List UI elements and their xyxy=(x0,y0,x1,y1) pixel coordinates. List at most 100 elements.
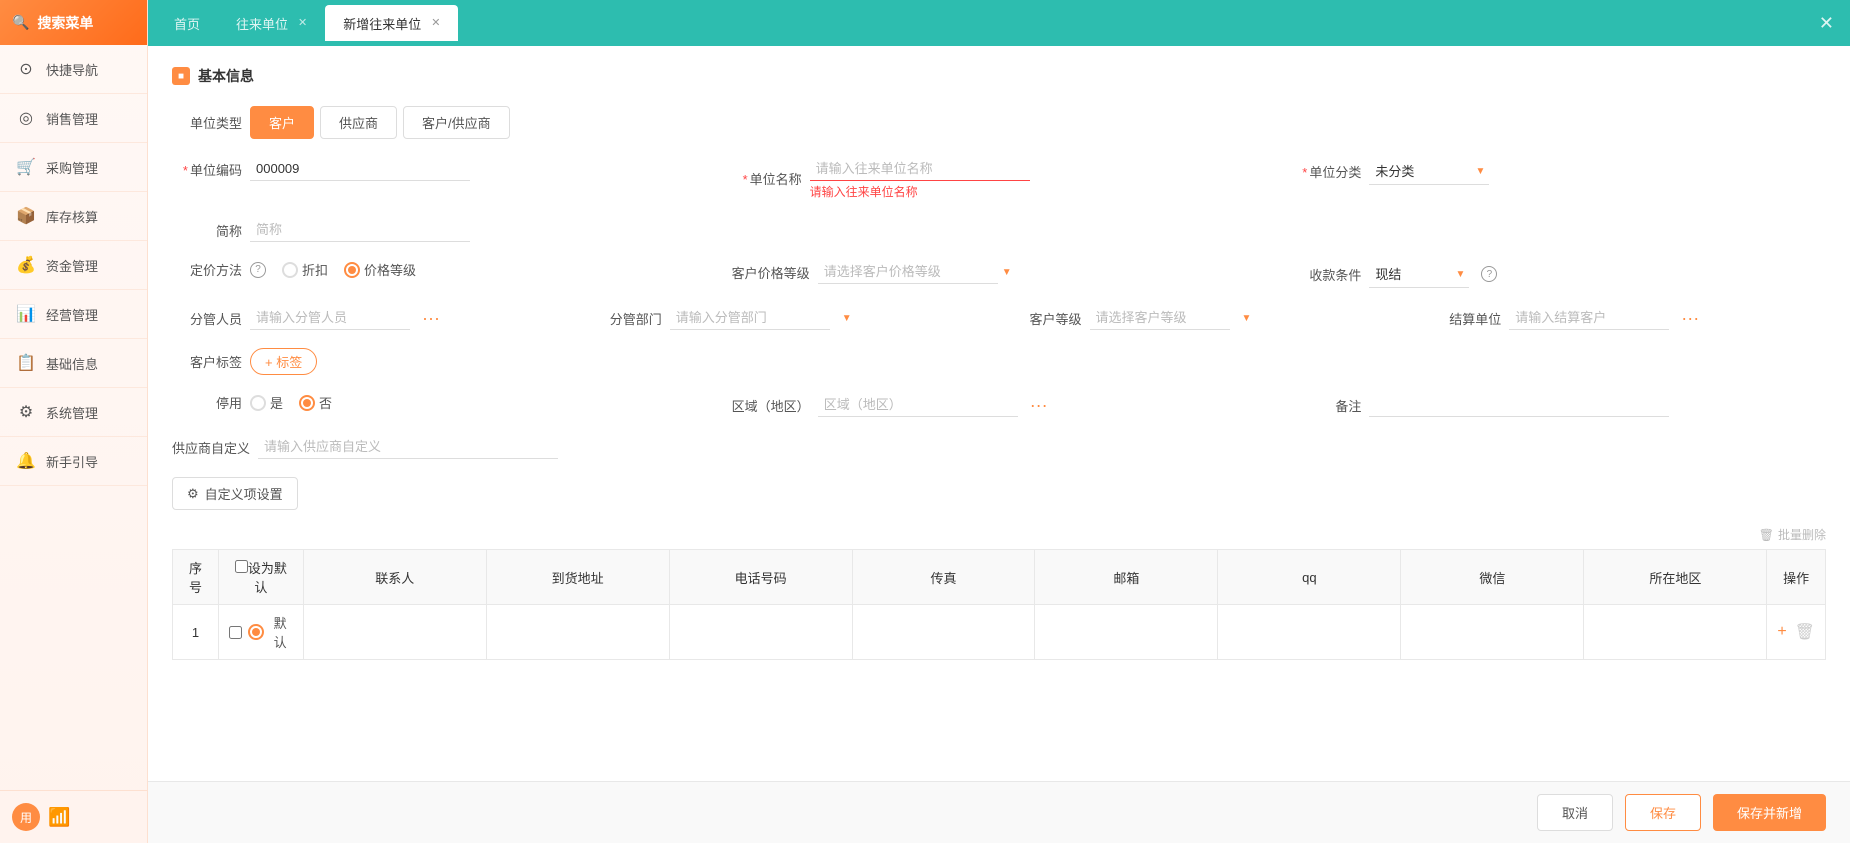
address-input[interactable] xyxy=(497,625,659,640)
sidebar: 🔍 搜索菜单 ⊙ 快捷导航 ◎ 销售管理 🛒 采购管理 📦 库存核算 💰 资金管… xyxy=(0,0,148,843)
remark-group: 备注 xyxy=(1291,393,1826,417)
payment-terms-help[interactable]: ? xyxy=(1481,266,1497,282)
tab-bar-close-btn[interactable]: ✕ xyxy=(1811,13,1842,34)
cancel-button[interactable]: 取消 xyxy=(1537,794,1613,831)
sidebar-item-guide[interactable]: 🔔 新手引导 xyxy=(0,437,147,486)
contacts-table: 序号 设为默认 联系人 到货地址 电话号码 传真 邮箱 qq 微信 所在地区 操… xyxy=(172,549,1826,660)
sidebar-item-inventory[interactable]: 📦 库存核算 xyxy=(0,192,147,241)
phone-input[interactable] xyxy=(680,625,842,640)
sidebar-label-system: 系统管理 xyxy=(46,403,98,422)
settlement-unit-more-btn[interactable]: ··· xyxy=(1677,308,1703,329)
select-all-checkbox[interactable] xyxy=(235,560,248,573)
settlement-unit-input[interactable] xyxy=(1509,306,1669,330)
unit-category-group: *单位分类 未分类 ▼ xyxy=(1291,157,1826,185)
sidebar-search[interactable]: 🔍 搜索菜单 xyxy=(0,0,147,45)
payment-terms-value: 现结 xyxy=(1369,260,1469,288)
row-checkbox[interactable] xyxy=(229,626,242,639)
pricing-discount-radio[interactable]: 折扣 xyxy=(282,260,328,279)
cell-region[interactable] xyxy=(1584,605,1767,660)
region-cell-input[interactable] xyxy=(1594,625,1756,640)
qq-input[interactable] xyxy=(1228,625,1390,640)
tab-new-partner[interactable]: 新增往来单位 ✕ xyxy=(325,5,458,41)
sidebar-item-purchase[interactable]: 🛒 采购管理 xyxy=(0,143,147,192)
region-more-btn[interactable]: ··· xyxy=(1026,395,1052,416)
unit-name-input[interactable] xyxy=(810,157,1030,181)
unit-name-error: 请输入往来单位名称 xyxy=(810,183,1030,200)
manager-input[interactable] xyxy=(250,306,410,330)
batch-delete-icon: 🗑 xyxy=(1759,528,1774,542)
unit-category-value: 未分类 xyxy=(1369,157,1489,185)
tab-new-partner-close[interactable]: ✕ xyxy=(431,18,440,29)
email-input[interactable] xyxy=(1045,625,1207,640)
tags-row: 客户标签 + 标签 xyxy=(172,348,1826,375)
row-default-radio[interactable]: 默认 xyxy=(248,613,293,651)
contact-input[interactable] xyxy=(314,625,476,640)
tab-home[interactable]: 首页 xyxy=(156,5,218,41)
payment-terms-label: 收款条件 xyxy=(1291,265,1361,284)
type-btn-supplier[interactable]: 供应商 xyxy=(320,106,397,139)
wechat-input[interactable] xyxy=(1411,625,1573,640)
cell-contact[interactable] xyxy=(303,605,486,660)
cell-email[interactable] xyxy=(1035,605,1218,660)
short-name-row: 简称 xyxy=(172,218,1826,242)
cell-fax[interactable] xyxy=(852,605,1035,660)
finance-icon: 💰 xyxy=(16,255,36,275)
tab-partners[interactable]: 往来单位 ✕ xyxy=(218,5,325,41)
sidebar-item-finance[interactable]: 💰 资金管理 xyxy=(0,241,147,290)
cell-address[interactable] xyxy=(486,605,669,660)
type-btn-both[interactable]: 客户/供应商 xyxy=(403,106,510,139)
tab-partners-label: 往来单位 xyxy=(236,14,288,33)
customer-price-level-input[interactable] xyxy=(818,260,998,284)
department-input[interactable] xyxy=(670,306,830,330)
sidebar-label-sales: 销售管理 xyxy=(46,109,98,128)
sidebar-label-guide: 新手引导 xyxy=(46,452,98,471)
search-icon: 🔍 xyxy=(12,14,29,31)
manager-more-btn[interactable]: ··· xyxy=(418,308,444,329)
fax-input[interactable] xyxy=(863,625,1025,640)
disabled-label: 停用 xyxy=(172,393,242,412)
sidebar-item-system[interactable]: ⚙ 系统管理 xyxy=(0,388,147,437)
pricing-level-radio[interactable]: 价格等级 xyxy=(344,260,416,279)
tab-partners-close[interactable]: ✕ xyxy=(298,18,307,29)
section-title: 基本信息 xyxy=(198,66,254,86)
section-icon: ■ xyxy=(172,67,190,85)
region-input[interactable] xyxy=(818,393,1018,417)
payment-terms-select-wrapper: 现结 ▼ xyxy=(1369,260,1469,288)
customer-price-level-select-wrapper: ▼ xyxy=(818,260,1012,284)
cell-phone[interactable] xyxy=(669,605,852,660)
col-address: 到货地址 xyxy=(486,550,669,605)
supplier-custom-input[interactable] xyxy=(258,435,558,459)
custom-settings-button[interactable]: ⚙ 自定义项设置 xyxy=(172,477,298,510)
sidebar-item-basic-info[interactable]: 📋 基础信息 xyxy=(0,339,147,388)
short-name-input[interactable] xyxy=(250,218,470,242)
supplier-custom-label: 供应商自定义 xyxy=(172,438,250,457)
save-button[interactable]: 保存 xyxy=(1625,794,1701,831)
add-tag-button[interactable]: + 标签 xyxy=(250,348,317,375)
unit-category-select-wrapper: 未分类 ▼ xyxy=(1369,157,1489,185)
sidebar-item-quick-nav[interactable]: ⊙ 快捷导航 xyxy=(0,45,147,94)
type-btn-customer[interactable]: 客户 xyxy=(250,106,314,139)
save-new-button[interactable]: 保存并新增 xyxy=(1713,794,1826,831)
unit-code-label: *单位编码 xyxy=(172,160,242,179)
user-avatar[interactable]: 用 xyxy=(12,803,40,831)
sidebar-label-finance: 资金管理 xyxy=(46,256,98,275)
sidebar-item-sales[interactable]: ◎ 销售管理 xyxy=(0,94,147,143)
row-delete-btn[interactable]: 🗑 xyxy=(1795,622,1815,642)
customer-price-level-arrow: ▼ xyxy=(1002,267,1012,278)
sidebar-item-operations[interactable]: 📊 经营管理 xyxy=(0,290,147,339)
row-add-btn[interactable]: + xyxy=(1777,623,1786,641)
pricing-help-icon[interactable]: ? xyxy=(250,262,266,278)
sidebar-label-operations: 经营管理 xyxy=(46,305,98,324)
cell-qq[interactable] xyxy=(1218,605,1401,660)
disabled-no-radio[interactable]: 否 xyxy=(299,393,332,412)
table-body: 1 默认 xyxy=(173,605,1826,660)
sidebar-search-label: 搜索菜单 xyxy=(37,13,93,33)
customer-level-input[interactable] xyxy=(1090,306,1230,330)
cell-index: 1 xyxy=(173,605,219,660)
short-name-label: 简称 xyxy=(172,221,242,240)
remark-input[interactable] xyxy=(1369,393,1669,417)
cell-wechat[interactable] xyxy=(1401,605,1584,660)
unit-code-input[interactable] xyxy=(250,157,470,181)
table-header-row: 序号 设为默认 联系人 到货地址 电话号码 传真 邮箱 qq 微信 所在地区 操… xyxy=(173,550,1826,605)
disabled-yes-radio[interactable]: 是 xyxy=(250,393,283,412)
